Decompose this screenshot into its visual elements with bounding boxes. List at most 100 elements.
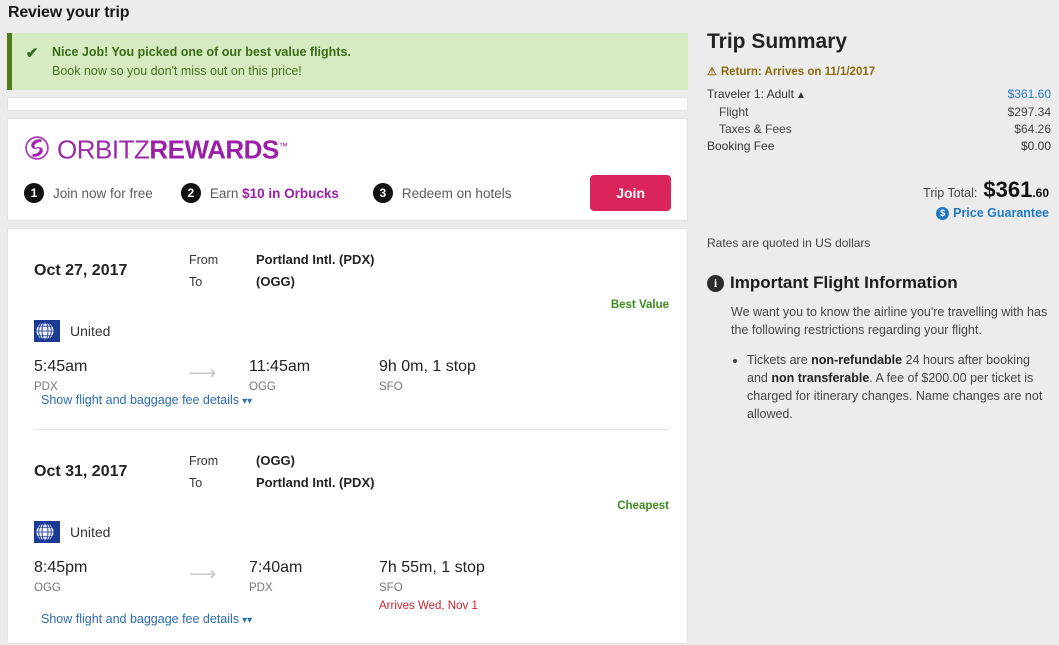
rates-note: Rates are quoted in US dollars [707,236,871,250]
duration-text: 7h 55m, 1 stop [379,559,485,576]
from-label: From [189,454,219,468]
traveler-label[interactable]: Traveler 1: Adult ▲ [707,86,806,104]
return-warning-text: Return: Arrives on 11/1/2017 [720,65,876,78]
details-link-text: Show flight and baggage fee details [41,393,240,407]
step-number-badge: 1 [24,183,44,203]
leg-places: Portland Intl. (PDX) (OGG) [256,249,611,293]
orbitz-rewards-wordmark: ORBITZREWARDS™ [57,133,288,165]
from-to-labels: From To [189,450,256,494]
arrival-code: OGG [249,381,276,393]
step-label: Earn $10 in Orbucks [210,186,339,201]
logo-orbitz-text: ORBITZ [57,134,150,165]
join-rewards-button[interactable]: Join [590,175,671,211]
origin-airport: Portland Intl. (PDX) [256,252,375,267]
show-flight-details-link-return[interactable]: Show flight and baggage fee details ▾▾ [41,612,252,626]
important-info-intro: We want you to know the airline you're t… [731,305,1048,337]
spacer-strip [7,97,688,111]
departure-time: 8:45pm [34,559,88,576]
origin-airport: (OGG) [256,453,295,468]
important-flight-info-header: i Important Flight Information [707,273,1051,293]
airline-row: United [34,320,669,342]
step-label: Redeem on hotels [402,186,512,201]
duration-block: 9h 0m, 1 stop SFO [379,356,669,396]
stop-airport-code: SFO [379,582,403,594]
airline-name: United [70,524,111,540]
taxes-fees-row: Taxes & Fees $64.26 [707,121,1051,138]
step-number-badge: 2 [180,183,201,203]
logo-rewards-text: REWARDS [149,134,279,165]
rewards-step-2: 2 Earn $10 in Orbucks [180,183,339,203]
alert-title: Nice Job! You picked one of our best val… [52,45,351,59]
departure-block: 5:45am PDX [34,356,189,396]
flight-price: $297.34 [1007,105,1051,119]
arrow-right-icon: ⟶ [189,564,217,585]
traveler-row[interactable]: Traveler 1: Adult ▲ $361.60 [707,86,1051,104]
united-logo-icon [34,521,60,543]
departure-time: 5:45am [34,358,88,375]
leg-date: Oct 31, 2017 [34,463,128,480]
times-row: 8:45pm OGG ⟶ 7:40am PDX 7h 55m, 1 stop S… [34,557,669,615]
check-icon: ✔ [25,45,39,62]
price-breakdown: Traveler 1: Adult ▲ $361.60 Flight $297.3… [707,86,1051,155]
arrival-code: PDX [249,582,273,594]
dollar-coin-icon: $ [936,206,950,220]
flight-label: Flight [719,105,749,119]
leg-header: Oct 27, 2017 From To Portland Intl. (PDX… [34,249,669,311]
step-number-badge: 3 [372,183,393,203]
trip-summary-sidebar: Trip Summary ⚠ Return: Arrives on 11/1/2… [695,0,1059,645]
united-logo-icon [34,320,60,342]
airline-name: United [70,323,111,339]
orbitz-rewards-logo: ORBITZREWARDS™ [24,133,671,163]
show-flight-details-link-outbound[interactable]: Show flight and baggage fee details ▾▾ [41,393,252,407]
arrival-day-note: Arrives Wed, Nov 1 [379,600,478,612]
trip-total-cents: .60 [1032,186,1049,200]
destination-airport: (OGG) [256,274,295,289]
traveler-label-text: Traveler 1: Adult [707,87,794,101]
from-to-labels: From To [189,249,256,293]
best-value-alert: ✔ Nice Job! You picked one of our best v… [7,33,688,90]
orbucks-highlight: $10 in Orbucks [242,185,339,201]
arrow-right-icon: ⟶ [189,363,217,384]
arrival-time: 11:45am [249,358,311,375]
list-item: Tickets are non-refundable 24 hours afte… [747,351,1051,423]
bullet-bold-2: non transferable [771,371,870,385]
bullet-bold-1: non-refundable [811,353,903,367]
alert-body: Nice Job! You picked one of our best val… [52,43,351,80]
chevron-up-icon: ▲ [795,90,806,101]
important-info-bullets: Tickets are non-refundable 24 hours afte… [707,351,1051,423]
info-circle-icon: i [707,274,724,292]
times-row: 5:45am PDX ⟶ 11:45am OGG 9h 0m, 1 stop S… [34,356,669,396]
cheapest-badge: Cheapest [617,500,669,512]
stop-airport-code: SFO [379,381,403,393]
booking-fee-price: $0.00 [1020,139,1051,153]
trip-total-line: Trip Total: $361.60 [707,177,1049,203]
to-label: To [189,275,203,289]
step-label-text: Redeem on hotels [401,185,512,201]
review-trip-page: Review your trip ✔ Nice Job! You picked … [0,0,1059,645]
booking-fee-row: Booking Fee $0.00 [707,138,1051,155]
orbitz-rewards-banner: ORBITZREWARDS™ 1 Join now for free 2 Ear… [7,118,688,221]
trip-total-label: Trip Total: [923,186,978,200]
departure-block: 8:45pm OGG [34,557,189,615]
price-guarantee-link[interactable]: $ Price Guarantee [707,206,1049,220]
leg-places: (OGG) Portland Intl. (PDX) [256,450,617,494]
duration-text: 9h 0m, 1 stop [379,358,476,375]
leg-date: Oct 27, 2017 [34,262,128,279]
taxes-price: $64.26 [1014,122,1051,136]
rewards-step-3: 3 Redeem on hotels [372,183,512,203]
bullet-part-1: Tickets are [747,353,812,367]
trip-total-amount: $361 [983,177,1033,202]
duration-block: 7h 55m, 1 stop SFO Arrives Wed, Nov 1 [379,557,669,615]
chevron-down-icon: ▾▾ [242,615,253,626]
important-info-title: Important Flight Information [730,273,958,292]
traveler-price: $361.60 [1007,87,1051,101]
booking-fee-label: Booking Fee [707,139,775,153]
arrival-time: 7:40am [249,559,303,576]
airline-row: United [34,521,669,543]
destination-airport: Portland Intl. (PDX) [256,475,375,490]
arrival-block: 7:40am PDX [249,557,379,615]
price-guarantee-text: Price Guarantee [953,206,1049,220]
step-label-text: Join now for free [53,185,153,201]
taxes-label: Taxes & Fees [719,122,792,136]
alert-subtitle: Book now so you don't miss out on this p… [52,64,302,78]
